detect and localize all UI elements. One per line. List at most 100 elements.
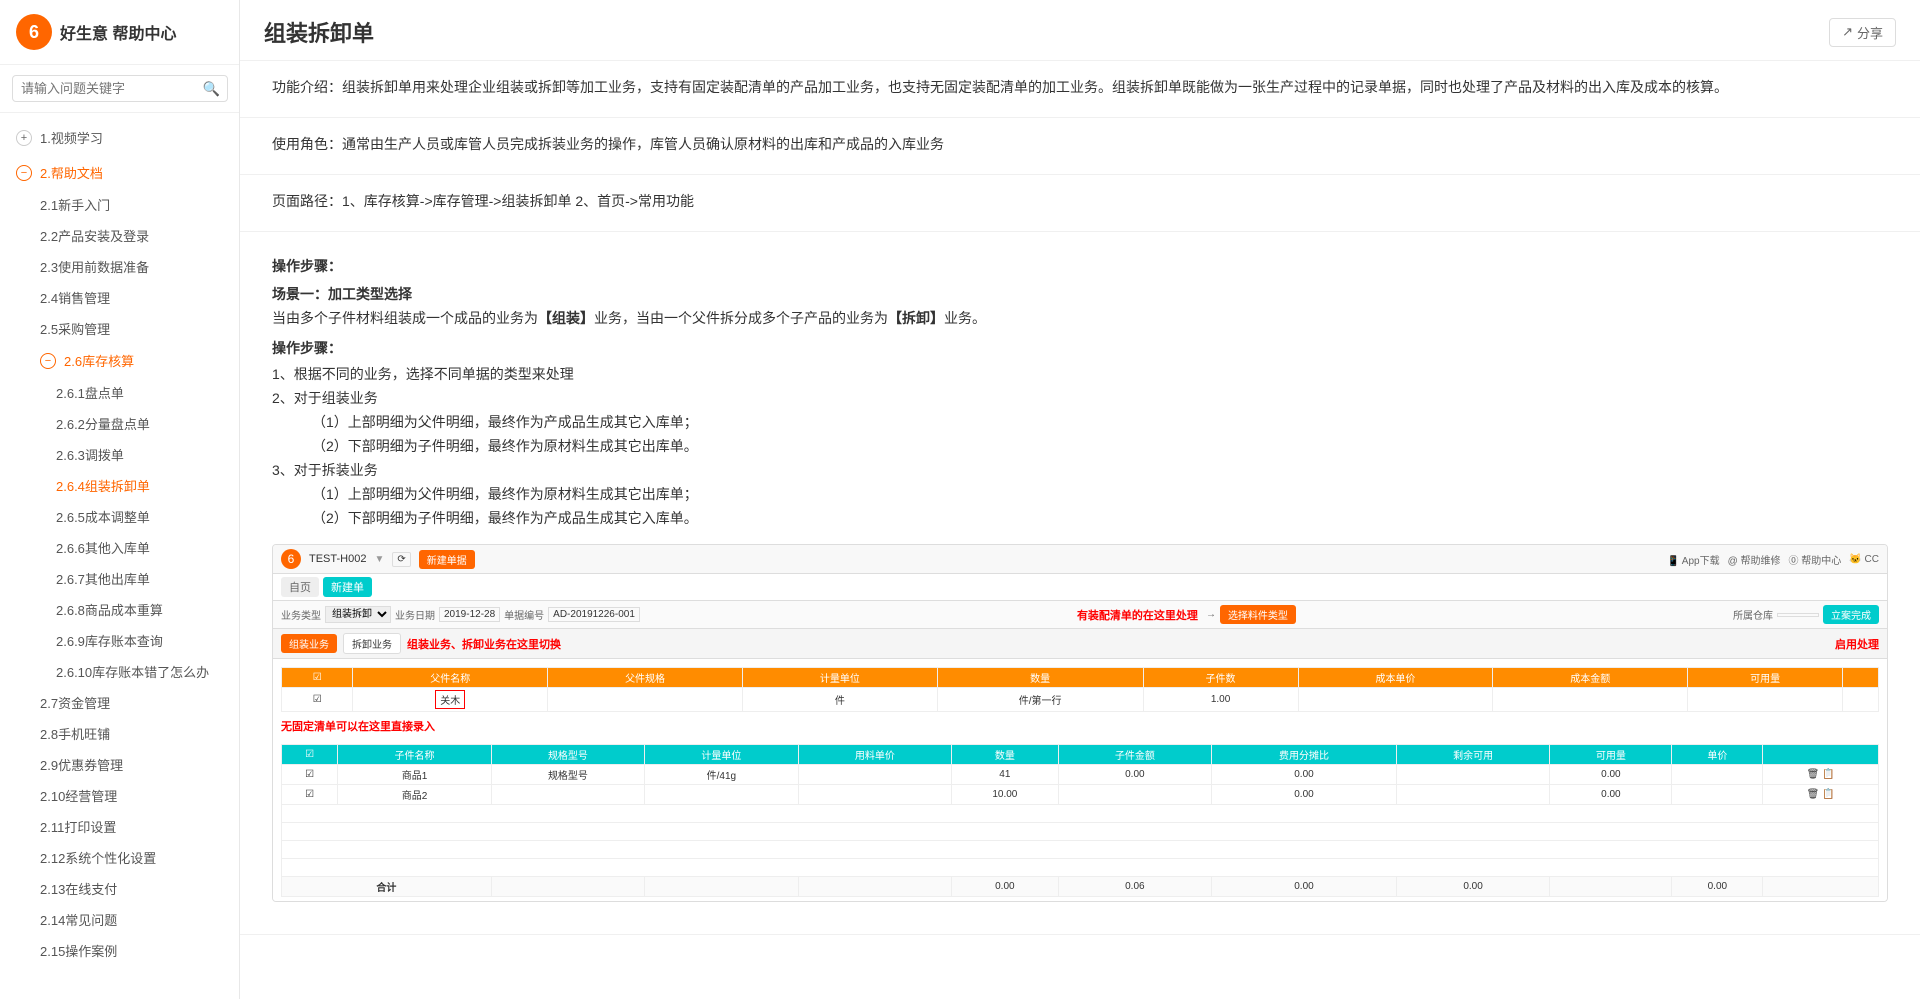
ss-footer-amt2: 0.00 [1212, 877, 1397, 897]
sidebar-item-mobile[interactable]: 2.8手机旺铺 [0, 718, 239, 749]
ss-cth-avail: 可用量 [1550, 745, 1672, 765]
table-row: ☑ 关木 件 件/第一行 1.00 [282, 688, 1879, 712]
ss-ctd-avail-2: 0.00 [1550, 785, 1672, 805]
sidebar-item-ledger-query[interactable]: 2.6.9库存账本查询 [0, 625, 239, 656]
ss-footer-amt3: 0.00 [1396, 877, 1549, 897]
ss-dropdown: ▼ [374, 554, 384, 565]
screenshot: 6 TEST-H002 ▼ ⟳ 新建单据 📱 App下载 @ 帮助维修 ⓪ 帮助… [273, 545, 1887, 901]
ss-ctd-act-2: 🗑 📋 [1763, 785, 1879, 805]
sidebar-item-sales[interactable]: 2.4销售管理 [0, 282, 239, 313]
ss-tab-home[interactable]: 自页 [281, 577, 319, 597]
sidebar-item-print[interactable]: 2.11打印设置 [0, 811, 239, 842]
ss-cth-spec: 规格型号 [491, 745, 644, 765]
sidebar-item-install[interactable]: 2.2产品安装及登录 [0, 220, 239, 251]
ops-title: 操作步骤： [272, 256, 1888, 276]
ss-assembly-type-btn[interactable]: 组装业务 [281, 634, 337, 653]
ss-th-qty: 数量 [937, 668, 1143, 688]
main-header: 组装拆卸单 ↗ 分享 [240, 0, 1920, 61]
ss-ctd-price-1 [1672, 765, 1763, 785]
ss-type-label: 业务类型 [281, 607, 321, 622]
screenshot-container: 6 TEST-H002 ▼ ⟳ 新建单据 📱 App下载 @ 帮助维修 ⓪ 帮助… [272, 544, 1888, 902]
ss-footer-row: 合计 0.00 0.06 0.00 0.00 0.00 [282, 877, 1879, 897]
sidebar-item-assembly[interactable]: 2.6.4组装拆卸单 [0, 470, 239, 501]
sidebar-item-ledger-error[interactable]: 2.6.10库存账本错了怎么办 [0, 656, 239, 687]
ss-td-avail [1688, 688, 1843, 712]
ss-toolbar-date: 业务日期 2019-12-28 [395, 607, 500, 622]
ss-th-parent-spec: 父件规格 [548, 668, 743, 688]
sidebar-item-label: 2.6库存核算 [64, 351, 134, 370]
sidebar-item-newcomer[interactable]: 2.1新手入门 [0, 189, 239, 220]
step2: 2、对于组装业务 [272, 388, 1888, 408]
ss-annotation-area: 有装配清单的在这里处理 → 选择料件类型 [644, 605, 1729, 624]
step3-1: （1）上部明细为父件明细，最终作为原材料生成其它出库单； [272, 484, 1888, 504]
sidebar-item-portion-stocktake[interactable]: 2.6.2分量盘点单 [0, 408, 239, 439]
ss-footer-empty2 [645, 877, 798, 897]
ss-tab-new[interactable]: 新建单 [323, 577, 372, 597]
ss-ctd-amt-2 [1058, 785, 1211, 805]
ss-footer-empty3 [798, 877, 951, 897]
ss-td-check: ☑ [282, 688, 353, 712]
sidebar-item-video[interactable]: + 1.视频学习 [0, 121, 239, 154]
ss-sub-toolbar-right: 启用处理 [1835, 636, 1879, 652]
ss-select-bom[interactable]: 选择料件类型 [1220, 605, 1296, 624]
search-input[interactable] [12, 75, 228, 102]
ss-ctd-qty-2: 10.00 [952, 785, 1059, 805]
sidebar-item-payment[interactable]: 2.13在线支付 [0, 873, 239, 904]
ss-toolbar: 业务类型 组装拆卸 业务日期 2019-12-28 单据编号 AD-201912… [273, 601, 1887, 629]
sidebar-item-transfer[interactable]: 2.6.3调拨单 [0, 439, 239, 470]
ss-th-cost-amt: 成本金额 [1493, 668, 1688, 688]
ss-ctd-price-2 [1672, 785, 1763, 805]
ss-toolbar-right: 所属仓库 立案完成 [1733, 605, 1879, 624]
nav-section-video: + 1.视频学习 [0, 121, 239, 154]
ss-warehouse-label: 所属仓库 [1733, 607, 1773, 622]
nav-sub-docs: 2.1新手入门 2.2产品安装及登录 2.3使用前数据准备 2.4销售管理 2.… [0, 189, 239, 966]
ops-section: 操作步骤： 场景一：加工类型选择 当由多个子件材料组装成一个成品的业务为【组装】… [240, 232, 1920, 935]
ss-ctd-share-1: 0.00 [1212, 765, 1397, 785]
sidebar-item-purchase[interactable]: 2.5采购管理 [0, 313, 239, 344]
sidebar-item-cost-adjust[interactable]: 2.6.5成本调整单 [0, 501, 239, 532]
ss-annot-wrap-a5: 无固定清单可以在这里直接录入 [273, 716, 1887, 736]
minus-icon-inventory: − [40, 353, 56, 369]
sidebar-item-data-prep[interactable]: 2.3使用前数据准备 [0, 251, 239, 282]
sidebar-item-cost-recalc[interactable]: 2.6.8商品成本重算 [0, 594, 239, 625]
ss-cth-price: 单价 [1672, 745, 1763, 765]
sidebar-item-faq[interactable]: 2.14常见问题 [0, 904, 239, 935]
sidebar-item-other-in[interactable]: 2.6.6其他入库单 [0, 532, 239, 563]
ss-newtab[interactable]: 新建单据 [419, 550, 475, 569]
ss-cth-unit-price: 用料单价 [798, 745, 951, 765]
step3: 3、对于拆装业务 [272, 460, 1888, 480]
sidebar-item-docs[interactable]: − 2.帮助文档 [0, 156, 239, 189]
minus-icon: − [16, 165, 32, 181]
main-content: 组装拆卸单 ↗ 分享 功能介绍：组装拆卸单用来处理企业组装或拆卸等加工业务，支持… [240, 0, 1920, 999]
ss-field-parent-name[interactable]: 关木 [435, 690, 465, 709]
sidebar-item-custom[interactable]: 2.12系统个性化设置 [0, 842, 239, 873]
search-wrap: 🔍 [12, 75, 228, 102]
sidebar-item-finance[interactable]: 2.7资金管理 [0, 687, 239, 718]
ss-parent-table: ☑ 父件名称 父件规格 计量单位 数量 子件数 成本单价 成本金额 可用量 [281, 667, 1879, 712]
table-row: ☑ 商品2 10.00 0.00 0.00 [282, 785, 1879, 805]
role-section: 使用角色：通常由生产人员或库管人员完成拆装业务的操作，库管人员确认原材料的出库和… [240, 118, 1920, 175]
sidebar-item-cases[interactable]: 2.15操作案例 [0, 935, 239, 966]
search-box: 🔍 [0, 65, 239, 113]
ss-disassembly-type-btn[interactable]: 拆卸业务 [343, 633, 401, 654]
ss-type-select[interactable]: 组装拆卸 [325, 606, 391, 623]
ss-confirm-btn[interactable]: 立案完成 [1823, 605, 1879, 624]
sidebar-item-ops[interactable]: 2.10经营管理 [0, 780, 239, 811]
sidebar-item-inventory[interactable]: − 2.6库存核算 [0, 344, 239, 377]
sidebar-item-other-out[interactable]: 2.6.7其他出库单 [0, 563, 239, 594]
ss-th-sub-qty: 子件数 [1143, 668, 1298, 688]
sidebar-item-stocktake[interactable]: 2.6.1盘点单 [0, 377, 239, 408]
ss-ctd-remain-1 [1396, 765, 1549, 785]
step3-2: （2）下部明细为子件明细，最终作为产成品生成其它入库单。 [272, 508, 1888, 528]
sidebar: 6 好生意 帮助中心 🔍 + 1.视频学习 − 2.帮助文档 2.1新手入门 2… [0, 0, 240, 999]
intro-section: 功能介绍：组装拆卸单用来处理企业组装或拆卸等加工业务，支持有固定装配清单的产品加… [240, 61, 1920, 118]
ss-th-parent-name: 父件名称 [353, 668, 548, 688]
ss-footer-amt1: 0.06 [1058, 877, 1211, 897]
share-button[interactable]: ↗ 分享 [1829, 18, 1896, 47]
ss-bill-value: AD-20191226-001 [548, 607, 640, 622]
ss-icon-user: 🐱 CC [1849, 554, 1879, 565]
share-icon: ↗ [1842, 24, 1853, 40]
sidebar-item-coupon[interactable]: 2.9优惠券管理 [0, 749, 239, 780]
sidebar-item-label: 1.视频学习 [40, 128, 103, 147]
scene1-title: 场景一：加工类型选择 [272, 284, 1888, 304]
